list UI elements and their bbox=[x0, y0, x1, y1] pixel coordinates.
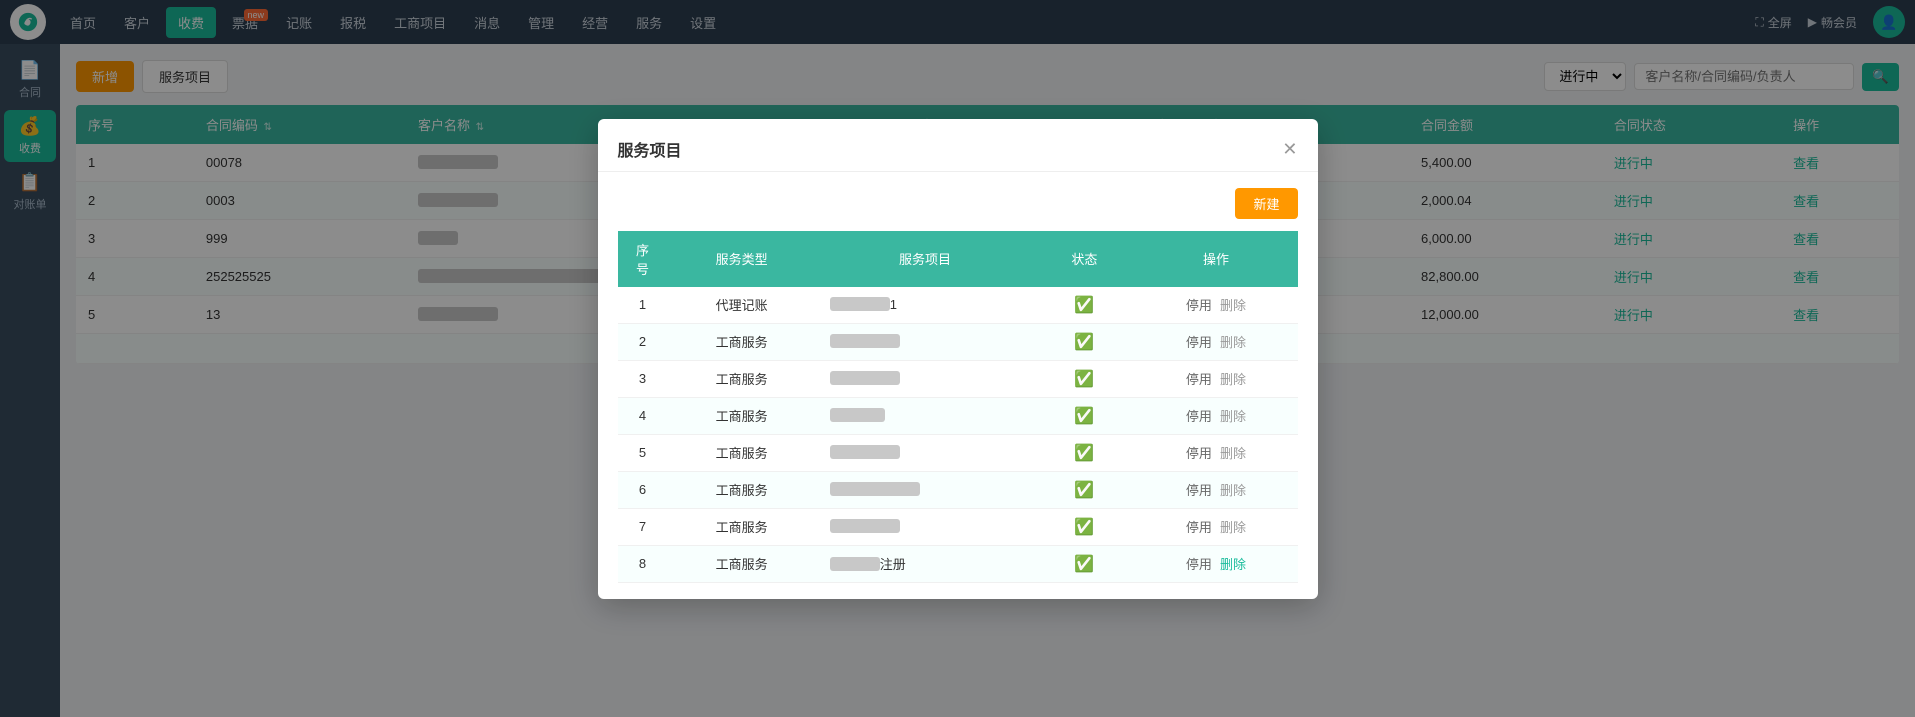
modal-cell-type: 工商服务 bbox=[668, 545, 816, 582]
service-items-modal: 服务项目 ✕ 新建 序号 服务类型 服务项目 状态 操作 bbox=[598, 119, 1318, 599]
modal-cell-action[interactable]: 停用删除 bbox=[1134, 545, 1297, 582]
modal-table-row: 5 工商服务 ████ ✅ 停用删除 bbox=[618, 434, 1298, 471]
service-items-table: 序号 服务类型 服务项目 状态 操作 1 代理记账 ████1 ✅ bbox=[618, 231, 1298, 583]
modal-cell-item: ███ bbox=[816, 397, 1035, 434]
modal-table-row: 8 工商服务 ███注册 ✅ 停用删除 bbox=[618, 545, 1298, 582]
modal-cell-item: ████ bbox=[816, 434, 1035, 471]
modal-table-row: 6 工商服务 ██████ ✅ 停用删除 bbox=[618, 471, 1298, 508]
modal-cell-action[interactable]: 停用删除 bbox=[1134, 508, 1297, 545]
modal-cell-seq: 3 bbox=[618, 360, 668, 397]
modal-body: 新建 序号 服务类型 服务项目 状态 操作 bbox=[598, 172, 1318, 599]
modal-cell-action[interactable]: 停用删除 bbox=[1134, 471, 1297, 508]
modal-cell-item: ████ bbox=[816, 360, 1035, 397]
modal-col-item: 服务项目 bbox=[816, 231, 1035, 287]
modal-cell-type: 代理记账 bbox=[668, 287, 816, 324]
modal-cell-action[interactable]: 停用删除 bbox=[1134, 360, 1297, 397]
modal-cell-type: 工商服务 bbox=[668, 508, 816, 545]
modal-col-action: 操作 bbox=[1134, 231, 1297, 287]
modal-cell-status: ✅ bbox=[1034, 434, 1134, 471]
modal-cell-seq: 6 bbox=[618, 471, 668, 508]
modal-cell-seq: 5 bbox=[618, 434, 668, 471]
modal-title: 服务项目 bbox=[618, 137, 682, 161]
modal-cell-item: ████1 bbox=[816, 287, 1035, 324]
modal-col-seq: 序号 bbox=[618, 231, 668, 287]
modal-cell-item: ████ bbox=[816, 323, 1035, 360]
modal-close-button[interactable]: ✕ bbox=[1282, 140, 1297, 158]
modal-table-row: 1 代理记账 ████1 ✅ 停用删除 bbox=[618, 287, 1298, 324]
modal-cell-status: ✅ bbox=[1034, 397, 1134, 434]
modal-cell-item: ██████ bbox=[816, 471, 1035, 508]
modal-cell-seq: 8 bbox=[618, 545, 668, 582]
modal-cell-seq: 1 bbox=[618, 287, 668, 324]
modal-cell-status: ✅ bbox=[1034, 360, 1134, 397]
modal-cell-status: ✅ bbox=[1034, 508, 1134, 545]
modal-cell-status: ✅ bbox=[1034, 545, 1134, 582]
modal-cell-seq: 4 bbox=[618, 397, 668, 434]
modal-toolbar: 新建 bbox=[618, 188, 1298, 219]
modal-table-row: 2 工商服务 ████ ✅ 停用删除 bbox=[618, 323, 1298, 360]
modal-table-row: 4 工商服务 ███ ✅ 停用删除 bbox=[618, 397, 1298, 434]
modal-cell-type: 工商服务 bbox=[668, 323, 816, 360]
modal-new-button[interactable]: 新建 bbox=[1235, 188, 1297, 219]
modal-cell-item: ███注册 bbox=[816, 545, 1035, 582]
modal-header: 服务项目 ✕ bbox=[598, 119, 1318, 172]
modal-cell-type: 工商服务 bbox=[668, 360, 816, 397]
modal-cell-item: ████ bbox=[816, 508, 1035, 545]
modal-overlay[interactable]: 服务项目 ✕ 新建 序号 服务类型 服务项目 状态 操作 bbox=[0, 0, 1915, 717]
modal-cell-status: ✅ bbox=[1034, 287, 1134, 324]
modal-cell-type: 工商服务 bbox=[668, 397, 816, 434]
modal-cell-action[interactable]: 停用删除 bbox=[1134, 434, 1297, 471]
modal-col-type: 服务类型 bbox=[668, 231, 816, 287]
modal-col-status: 状态 bbox=[1034, 231, 1134, 287]
modal-cell-type: 工商服务 bbox=[668, 434, 816, 471]
modal-table-scroll[interactable]: 序号 服务类型 服务项目 状态 操作 1 代理记账 ████1 ✅ bbox=[618, 231, 1298, 583]
modal-cell-status: ✅ bbox=[1034, 323, 1134, 360]
modal-cell-type: 工商服务 bbox=[668, 471, 816, 508]
modal-table-row: 3 工商服务 ████ ✅ 停用删除 bbox=[618, 360, 1298, 397]
modal-cell-seq: 2 bbox=[618, 323, 668, 360]
modal-table-row: 7 工商服务 ████ ✅ 停用删除 bbox=[618, 508, 1298, 545]
modal-cell-action[interactable]: 停用删除 bbox=[1134, 397, 1297, 434]
modal-cell-status: ✅ bbox=[1034, 471, 1134, 508]
modal-cell-action[interactable]: 停用删除 bbox=[1134, 323, 1297, 360]
modal-cell-action[interactable]: 停用删除 bbox=[1134, 287, 1297, 324]
modal-cell-seq: 7 bbox=[618, 508, 668, 545]
modal-table-header: 序号 服务类型 服务项目 状态 操作 bbox=[618, 231, 1298, 287]
